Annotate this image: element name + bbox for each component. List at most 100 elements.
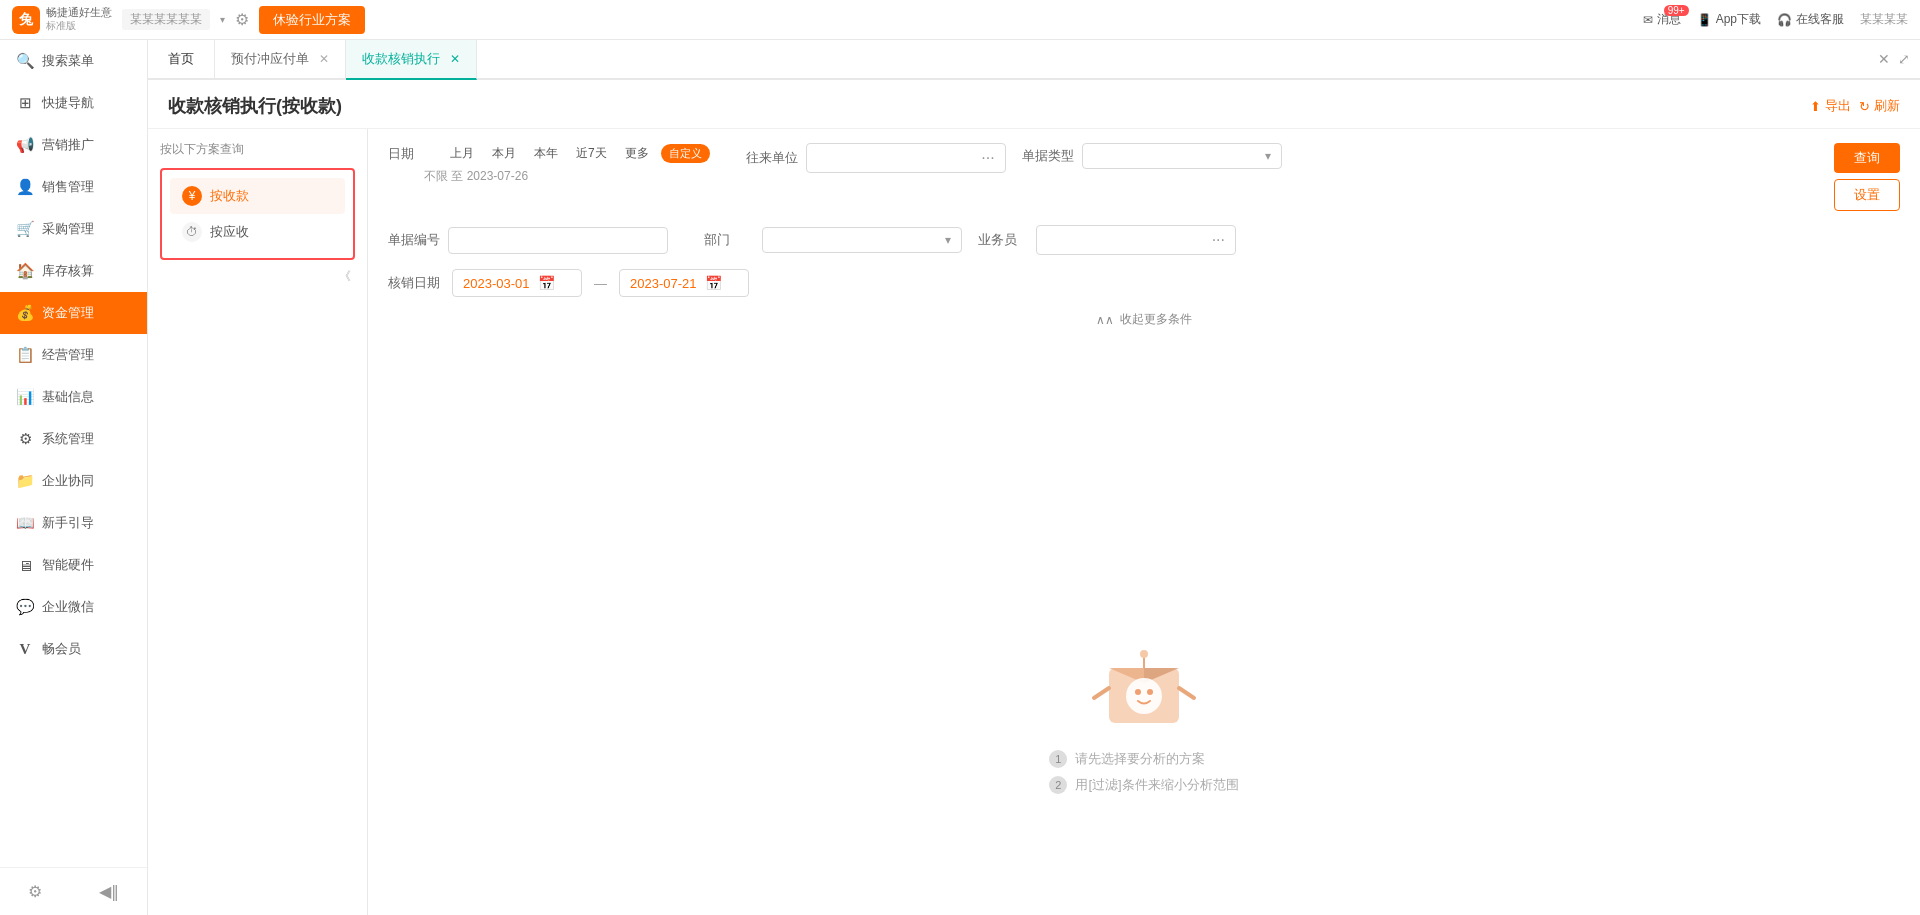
industry-btn[interactable]: 休验行业方案 bbox=[259, 6, 365, 34]
dept-field: 部门 ▾ bbox=[704, 227, 962, 253]
filter-sidebar: 按以下方案查询 ¥ 按收款 ⏱ 按应收 《 bbox=[148, 129, 368, 915]
collapse-up-icon: ∧∧ bbox=[1096, 313, 1114, 327]
enterprise-icon: 📁 bbox=[16, 472, 34, 490]
sidebar-item-system[interactable]: ⚙ 系统管理 bbox=[0, 418, 147, 460]
voucher-no-input[interactable] bbox=[448, 227, 668, 254]
counterpart-dots-icon[interactable]: ··· bbox=[981, 149, 994, 167]
calendar-end-icon[interactable]: 📅 bbox=[705, 275, 722, 291]
topbar-right: ✉ 消息 99+ 📱 App下载 🎧 在线客服 某某某某 bbox=[1643, 11, 1908, 28]
dept-label: 部门 bbox=[704, 231, 754, 249]
date-btn-more[interactable]: 更多 bbox=[619, 143, 655, 164]
sidebar-item-enterprise[interactable]: 📁 企业协同 bbox=[0, 460, 147, 502]
inventory-icon: 🏠 bbox=[16, 262, 34, 280]
date-btn-this-year[interactable]: 本年 bbox=[528, 143, 564, 164]
date-btn-this-month[interactable]: 本月 bbox=[486, 143, 522, 164]
sidebar-item-guide[interactable]: 📖 新手引导 bbox=[0, 502, 147, 544]
voucher-type-select[interactable]: ▾ bbox=[1082, 143, 1282, 169]
date-field: 日期 上月 本月 本年 近7天 更多 自定义 不限 至 2023-07-26 bbox=[388, 143, 710, 185]
query-btn[interactable]: 查询 bbox=[1834, 143, 1900, 173]
filter-row-2: 单据编号 部门 ▾ 业务员 bbox=[388, 225, 1900, 255]
sidebar-item-label: 系统管理 bbox=[42, 430, 94, 448]
settings-bottom-icon[interactable]: ⚙ bbox=[18, 878, 52, 905]
collapse-more-conditions[interactable]: ∧∧ 收起更多条件 bbox=[388, 311, 1900, 328]
verify-date-end-value: 2023-07-21 bbox=[630, 276, 697, 291]
dept-select[interactable]: ▾ bbox=[762, 227, 962, 253]
chevron-down-icon[interactable]: ▾ bbox=[220, 14, 225, 25]
svg-line-6 bbox=[1094, 688, 1109, 698]
sidebar: 🔍 搜索菜单 ⊞ 快捷导航 📢 营销推广 👤 销售管理 🛒 采购管理 🏠 库存核… bbox=[0, 40, 148, 915]
sidebar-item-marketing[interactable]: 📢 营销推广 bbox=[0, 124, 147, 166]
empty-hint-1: 1 请先选择要分析的方案 bbox=[1049, 750, 1238, 768]
sidebar-item-quicknav[interactable]: ⊞ 快捷导航 bbox=[0, 82, 147, 124]
date-btn-7days[interactable]: 近7天 bbox=[570, 143, 613, 164]
brand-name: 畅捷通好生意 bbox=[46, 6, 112, 19]
user-name[interactable]: 某某某某 bbox=[1860, 11, 1908, 28]
date-btn-last-month[interactable]: 上月 bbox=[444, 143, 480, 164]
close-tab-icon[interactable]: ✕ bbox=[1878, 51, 1890, 67]
form-actions: 查询 设置 bbox=[1834, 143, 1900, 211]
message-btn[interactable]: ✉ 消息 99+ bbox=[1643, 11, 1681, 28]
sidebar-item-inventory[interactable]: 🏠 库存核算 bbox=[0, 250, 147, 292]
member-icon: V bbox=[16, 641, 34, 658]
sidebar-item-label: 企业微信 bbox=[42, 598, 94, 616]
date-label: 日期 bbox=[388, 145, 438, 163]
sidebar-item-operations[interactable]: 📋 经营管理 bbox=[0, 334, 147, 376]
sidebar-item-label: 搜索菜单 bbox=[42, 52, 94, 70]
tab-prepay-close[interactable]: ✕ bbox=[319, 52, 329, 66]
page-header-actions: ⬆ 导出 ↻ 刷新 bbox=[1810, 97, 1900, 115]
voucher-no-field: 单据编号 bbox=[388, 227, 668, 254]
basic-info-icon: 📊 bbox=[16, 388, 34, 406]
svg-point-3 bbox=[1147, 689, 1153, 695]
tab-verify[interactable]: 收款核销执行 ✕ bbox=[346, 40, 477, 80]
sidebar-item-label: 快捷导航 bbox=[42, 94, 94, 112]
date-range-dash: — bbox=[594, 276, 607, 291]
verify-date-start-input[interactable]: 2023-03-01 📅 bbox=[452, 269, 582, 297]
sales-icon: 👤 bbox=[16, 178, 34, 196]
expand-tab-icon[interactable]: ⤢ bbox=[1898, 51, 1910, 67]
content-area: 首页 预付冲应付单 ✕ 收款核销执行 ✕ ✕ ⤢ 收款核销执行(按收款) ⬆ 导… bbox=[148, 40, 1920, 915]
app-label: App下载 bbox=[1716, 11, 1761, 28]
staff-dots-icon[interactable]: ··· bbox=[1212, 231, 1225, 249]
sidebar-item-purchase[interactable]: 🛒 采购管理 bbox=[0, 208, 147, 250]
hint-text-2: 用[过滤]条件来缩小分析范围 bbox=[1075, 776, 1238, 794]
app-download-btn[interactable]: 📱 App下载 bbox=[1697, 11, 1761, 28]
guide-icon: 📖 bbox=[16, 514, 34, 532]
sidebar-item-search[interactable]: 🔍 搜索菜单 bbox=[0, 40, 147, 82]
voucher-type-chevron-icon[interactable]: ▾ bbox=[1265, 149, 1271, 163]
voucher-no-label: 单据编号 bbox=[388, 231, 440, 249]
export-label: 导出 bbox=[1825, 97, 1851, 115]
counterpart-select[interactable]: ··· bbox=[806, 143, 1006, 173]
dept-chevron-icon[interactable]: ▾ bbox=[945, 233, 951, 247]
export-btn[interactable]: ⬆ 导出 bbox=[1810, 97, 1851, 115]
hardware-icon: 🖥 bbox=[16, 557, 34, 574]
message-icon: ✉ bbox=[1643, 13, 1653, 27]
filter-sidebar-collapse-btn[interactable]: 《 bbox=[160, 264, 355, 289]
sidebar-bottom: ⚙ ◀‖ bbox=[0, 867, 147, 915]
sidebar-item-funds[interactable]: 💰 资金管理 bbox=[0, 292, 147, 334]
company-name[interactable]: 某某某某某某 bbox=[122, 9, 210, 30]
gear-icon[interactable]: ⚙ bbox=[235, 10, 249, 29]
verify-date-end-input[interactable]: 2023-07-21 📅 bbox=[619, 269, 749, 297]
sidebar-item-basic-info[interactable]: 📊 基础信息 bbox=[0, 376, 147, 418]
sidebar-item-weixin[interactable]: 💬 企业微信 bbox=[0, 586, 147, 628]
setting-btn[interactable]: 设置 bbox=[1834, 179, 1900, 211]
tab-home[interactable]: 首页 bbox=[148, 40, 215, 78]
filter-row-1: 日期 上月 本月 本年 近7天 更多 自定义 不限 至 2023-07-26 bbox=[388, 143, 1900, 211]
page-title: 收款核销执行(按收款) bbox=[168, 94, 342, 118]
tab-verify-close[interactable]: ✕ bbox=[450, 52, 460, 66]
collapse-sidebar-icon[interactable]: ◀‖ bbox=[89, 878, 129, 905]
filter-option-by-receipt[interactable]: ¥ 按收款 bbox=[170, 178, 345, 214]
sidebar-item-member[interactable]: V 畅会员 bbox=[0, 628, 147, 670]
tab-prepay-label: 预付冲应付单 bbox=[231, 50, 309, 68]
calendar-start-icon[interactable]: 📅 bbox=[538, 275, 555, 291]
refresh-btn[interactable]: ↻ 刷新 bbox=[1859, 97, 1900, 115]
staff-select[interactable]: ··· bbox=[1036, 225, 1236, 255]
sidebar-item-label: 新手引导 bbox=[42, 514, 94, 532]
sidebar-item-hardware[interactable]: 🖥 智能硬件 bbox=[0, 544, 147, 586]
online-service-btn[interactable]: 🎧 在线客服 bbox=[1777, 11, 1844, 28]
tab-prepay[interactable]: 预付冲应付单 ✕ bbox=[215, 40, 346, 78]
empty-illustration bbox=[1084, 618, 1204, 738]
date-btn-custom[interactable]: 自定义 bbox=[661, 144, 710, 163]
filter-option-by-receivable[interactable]: ⏱ 按应收 bbox=[170, 214, 345, 250]
sidebar-item-sales[interactable]: 👤 销售管理 bbox=[0, 166, 147, 208]
